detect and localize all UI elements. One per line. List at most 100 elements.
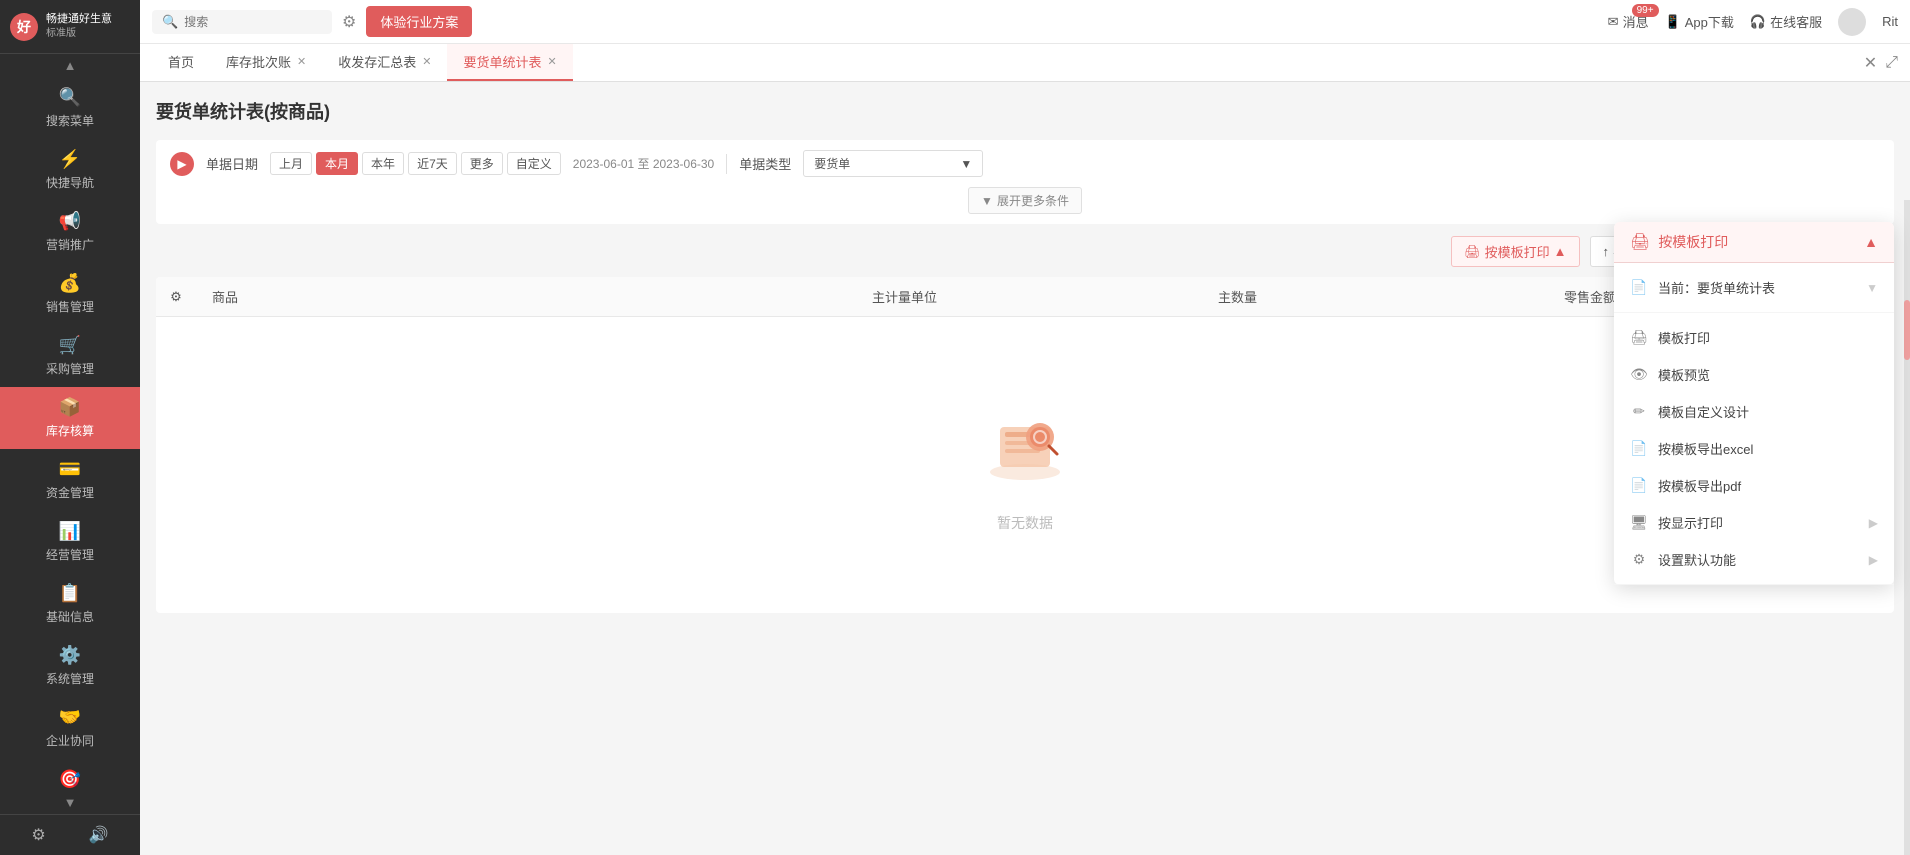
topbar-right: ✉ 消息 99+ 📱 App下载 🎧 在线客服 Rit xyxy=(1608,8,1898,36)
close-tab-receipt-summary[interactable]: ✕ xyxy=(422,55,431,68)
sidebar-label-collab: 企业协同 xyxy=(46,732,94,749)
date-7days[interactable]: 近7天 xyxy=(408,152,457,175)
date-custom[interactable]: 自定义 xyxy=(507,152,561,175)
topbar-search-box[interactable]: 🔍 xyxy=(152,10,332,34)
scrollbar[interactable] xyxy=(1904,200,1910,855)
sidebar-label-finance: 资金管理 xyxy=(46,484,94,501)
sales-icon: 💰 xyxy=(59,273,81,294)
topbar: 🔍 ⚙ 体验行业方案 ✉ 消息 99+ 📱 App下载 🎧 在线客服 Rit xyxy=(140,0,1910,44)
tab-order-stats[interactable]: 要货单统计表 ✕ xyxy=(447,44,572,81)
date-range-label: 2023-06-01 至 2023-06-30 xyxy=(573,155,714,172)
close-tab-order-stats[interactable]: ✕ xyxy=(548,55,557,68)
search-input[interactable] xyxy=(184,15,322,29)
dropdown-item-template-preview[interactable]: 👁 模板预览 xyxy=(1614,356,1894,393)
newbie-icon: 🎯 xyxy=(59,769,81,790)
sidebar-label-sales: 销售管理 xyxy=(46,298,94,315)
dropdown-current-section: 📄 当前：要货单统计表 ▼ xyxy=(1614,263,1894,313)
dropdown-item-template-print[interactable]: 🖨 模板打印 xyxy=(1614,319,1894,356)
shortcut-icon: ⚡ xyxy=(59,149,81,170)
date-cur-month[interactable]: 本月 xyxy=(316,152,358,175)
industry-btn[interactable]: 体验行业方案 xyxy=(366,6,472,37)
type-select[interactable]: 要货单 ▼ xyxy=(803,150,983,177)
collab-icon: 🤝 xyxy=(59,707,81,728)
set-default-icon: ⚙ xyxy=(1630,551,1648,569)
sidebar-nav: 🔍 搜索菜单 ⚡ 快捷导航 📢 营销推广 💰 销售管理 🛒 采购管理 📦 库存核… xyxy=(0,77,140,791)
sidebar-item-inventory[interactable]: 📦 库存核算 xyxy=(0,387,140,449)
template-excel-label: 按模板导出excel xyxy=(1658,439,1878,458)
sidebar-item-newbie[interactable]: 🎯 新手引导 xyxy=(0,759,140,791)
sidebar-item-search[interactable]: 🔍 搜索菜单 xyxy=(0,77,140,139)
avatar[interactable] xyxy=(1838,8,1866,36)
tab-receipt-summary[interactable]: 收发存汇总表 ✕ xyxy=(322,44,447,81)
template-print-label: 模板打印 xyxy=(1658,328,1878,347)
gear-col-icon[interactable]: ⚙ xyxy=(170,289,182,305)
system-icon: ⚙️ xyxy=(59,645,81,666)
scrollbar-thumb[interactable] xyxy=(1904,300,1910,360)
purchase-icon: 🛒 xyxy=(59,335,81,356)
expand-more-btn[interactable]: ▼ 展开更多条件 xyxy=(968,187,1082,214)
sidebar-item-system[interactable]: ⚙️ 系统管理 xyxy=(0,635,140,697)
arrow-icon: ▶ xyxy=(1869,516,1878,530)
operation-icon: 📊 xyxy=(59,521,81,542)
empty-text: 暂无数据 xyxy=(997,513,1053,533)
app-download-btn[interactable]: 📱 App下载 xyxy=(1665,12,1734,31)
date-cur-year[interactable]: 本年 xyxy=(362,152,404,175)
dropdown-title-icon: 🖨 xyxy=(1630,232,1650,252)
template-custom-label: 模板自定义设计 xyxy=(1658,402,1878,421)
dropdown-close-btn[interactable]: ▲ xyxy=(1864,234,1878,250)
arrow-icon: ▶ xyxy=(1869,553,1878,567)
close-tab-inventory-batch[interactable]: ✕ xyxy=(297,55,306,68)
dropdown-item-template-excel[interactable]: 📄 按模板导出excel xyxy=(1614,430,1894,467)
scroll-up-arrow[interactable]: ▲ xyxy=(0,54,140,77)
date-prev-month[interactable]: 上月 xyxy=(270,152,312,175)
col-gear: ⚙ xyxy=(156,289,196,305)
gear-icon[interactable]: ⚙ xyxy=(342,12,356,32)
sidebar: 好 畅捷通好生意 标准版 ▲ 🔍 搜索菜单 ⚡ 快捷导航 📢 营销推广 💰 销售… xyxy=(0,0,140,855)
template-print-dropdown: 🖨 按模板打印 ▲ 📄 当前：要货单统计表 ▼ 🖨 模板打印 👁 模板预览 xyxy=(1614,222,1894,585)
online-service-btn[interactable]: 🎧 在线客服 xyxy=(1750,12,1822,31)
tab-close-all-btn[interactable]: ✕ xyxy=(1864,53,1877,73)
page-content: 要货单统计表(按商品) ▶ 单据日期 上月 本月 本年 近7天 更多 自定义 2… xyxy=(140,82,1910,855)
template-preview-label: 模板预览 xyxy=(1658,365,1878,384)
tab-home[interactable]: 首页 xyxy=(152,44,210,81)
template-print-btn[interactable]: 🖨 按模板打印 ▲ xyxy=(1451,236,1579,267)
speaker-footer-icon[interactable]: 🔊 xyxy=(89,825,109,845)
sidebar-item-collab[interactable]: 🤝 企业协同 xyxy=(0,697,140,759)
service-icon: 🎧 xyxy=(1750,14,1766,30)
sidebar-item-sales[interactable]: 💰 销售管理 xyxy=(0,263,140,325)
message-btn[interactable]: ✉ 消息 99+ xyxy=(1608,12,1649,31)
sidebar-label-marketing: 营销推广 xyxy=(46,236,94,253)
dropdown-item-template-pdf[interactable]: 📄 按模板导出pdf xyxy=(1614,467,1894,504)
message-badge: 99+ xyxy=(1632,4,1659,17)
sidebar-item-shortcut[interactable]: ⚡ 快捷导航 xyxy=(0,139,140,201)
sidebar-item-basic[interactable]: 📋 基础信息 xyxy=(0,573,140,635)
filter-expand-btn[interactable]: ▶ xyxy=(170,152,194,176)
printer-icon: 🖨 xyxy=(1464,244,1481,260)
template-pdf-icon: 📄 xyxy=(1630,477,1648,495)
date-label: 单据日期 xyxy=(206,154,258,173)
settings-footer-icon[interactable]: ⚙ xyxy=(31,825,45,845)
date-more[interactable]: 更多 xyxy=(461,152,503,175)
sidebar-item-operation[interactable]: 📊 经营管理 xyxy=(0,511,140,573)
display-print-icon: 🖥 xyxy=(1630,514,1648,532)
dropdown-item-display-print[interactable]: 🖥 按显示打印 ▶ xyxy=(1614,504,1894,541)
tab-expand-controls: ✕ ⤢ xyxy=(1864,53,1898,73)
tab-inventory-batch[interactable]: 库存批次账 ✕ xyxy=(210,44,322,81)
inventory-icon: 📦 xyxy=(59,397,81,418)
sidebar-item-finance[interactable]: 💳 资金管理 xyxy=(0,449,140,511)
sidebar-item-marketing[interactable]: 📢 营销推广 xyxy=(0,201,140,263)
template-excel-icon: 📄 xyxy=(1630,440,1648,458)
tab-maximize-btn[interactable]: ⤢ xyxy=(1885,53,1898,73)
set-default-label: 设置默认功能 xyxy=(1658,550,1859,569)
sidebar-item-purchase[interactable]: 🛒 采购管理 xyxy=(0,325,140,387)
search-icon: 🔍 xyxy=(162,14,178,30)
scroll-down-arrow[interactable]: ▼ xyxy=(0,791,140,814)
display-print-label: 按显示打印 xyxy=(1658,513,1859,532)
export-icon: ↑ xyxy=(1603,244,1610,259)
username-label: Rit xyxy=(1882,14,1898,29)
dropdown-item-set-default[interactable]: ⚙ 设置默认功能 ▶ xyxy=(1614,541,1894,578)
chevron-up-icon: ▲ xyxy=(1554,244,1567,259)
sidebar-footer: ⚙ 🔊 xyxy=(0,814,140,855)
dropdown-item-template-custom[interactable]: ✏ 模板自定义设计 xyxy=(1614,393,1894,430)
filter-row-1: ▶ 单据日期 上月 本月 本年 近7天 更多 自定义 2023-06-01 至 … xyxy=(170,150,1880,177)
